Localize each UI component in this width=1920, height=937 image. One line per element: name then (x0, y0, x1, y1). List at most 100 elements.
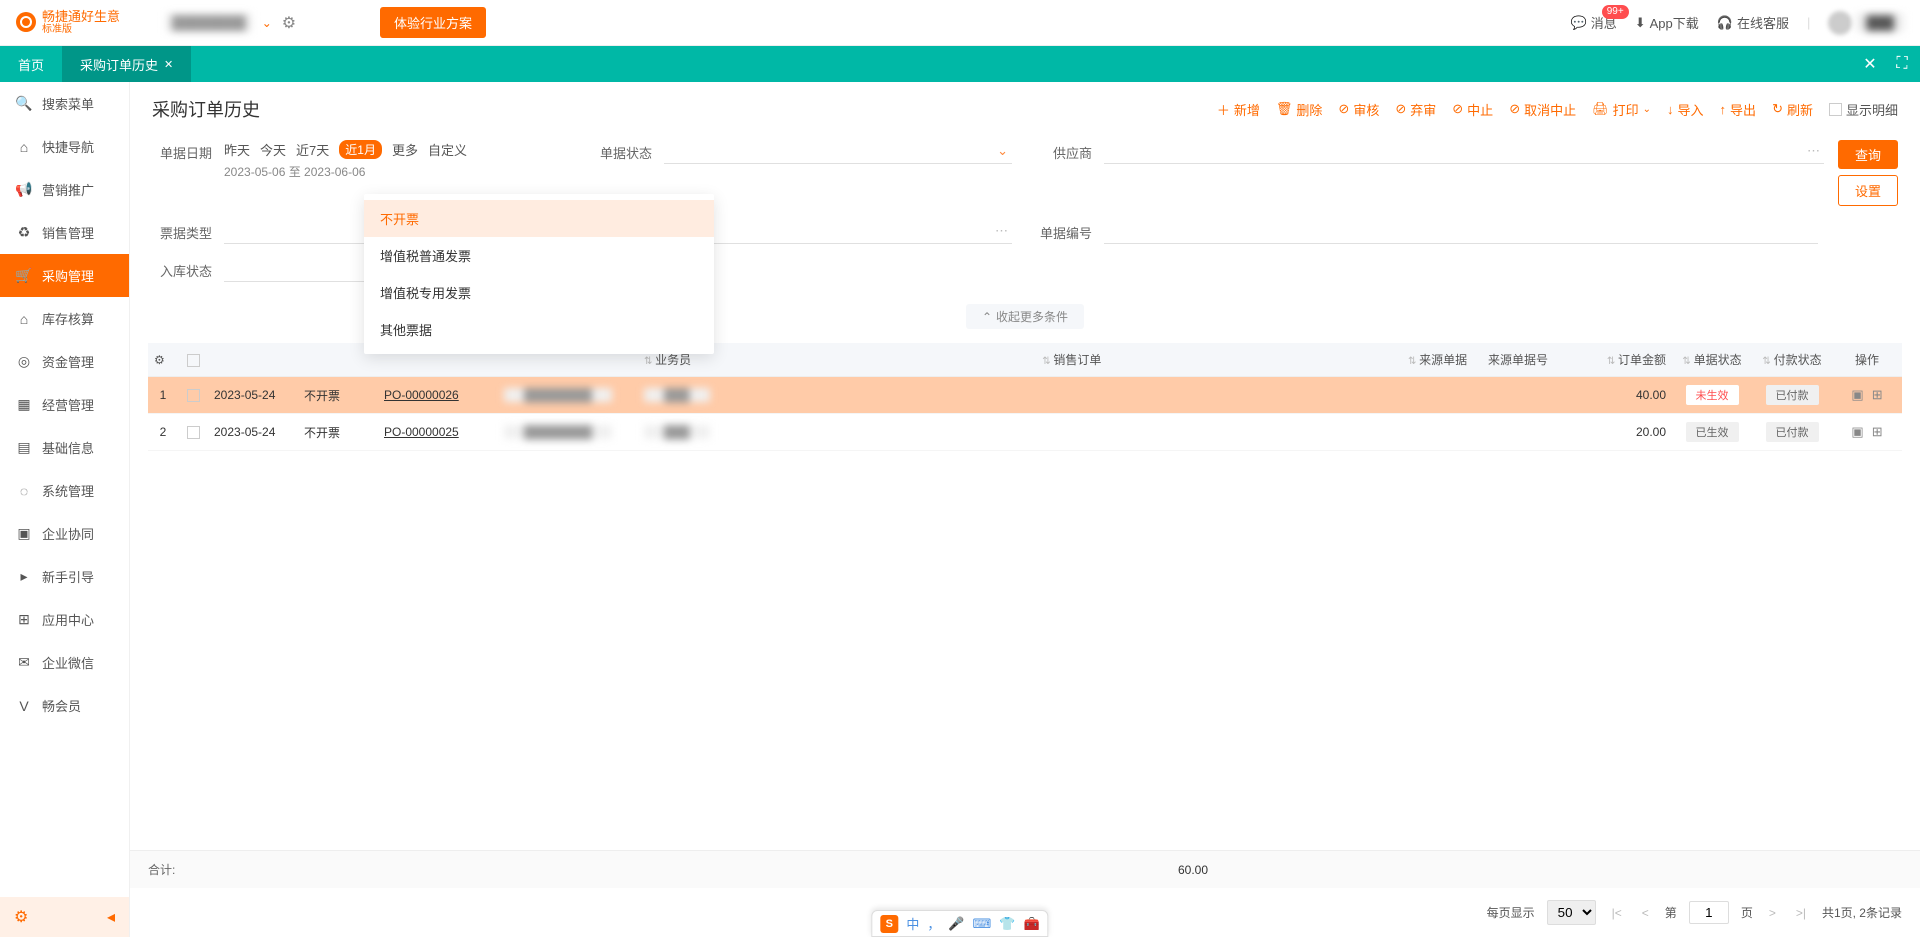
chevron-down-icon[interactable]: ⌄ (997, 143, 1008, 159)
ime-keyboard-icon[interactable]: ⌨ (973, 916, 992, 932)
ime-bar[interactable]: S 中 ， 🎤 ⌨ 👕 🧰 (871, 910, 1048, 937)
import-button[interactable]: ↓导入 (1667, 100, 1704, 119)
show-detail-toggle[interactable]: 显示明细 (1829, 100, 1898, 119)
date-preset-1month[interactable]: 近1月 (339, 140, 382, 159)
export-button[interactable]: ↑导出 (1720, 100, 1757, 119)
app-download-button[interactable]: ⬇ App下载 (1635, 13, 1699, 32)
sidebar-item-8[interactable]: ▤基础信息 (0, 426, 129, 469)
table-row[interactable]: 2 2023-05-24 不开票 PO-00000025 ████████ ██… (148, 414, 1902, 451)
last-page-button[interactable]: >| (1792, 906, 1810, 920)
sidebar-item-12[interactable]: ⊞应用中心 (0, 598, 129, 641)
per-page-select[interactable]: 50 (1547, 900, 1596, 925)
table-row[interactable]: 1 2023-05-24 不开票 PO-00000026 ████████ ██… (148, 377, 1902, 414)
more-icon[interactable]: ⊞ (1872, 387, 1883, 402)
sidebar-icon: ◎ (16, 354, 32, 370)
ime-punct-icon[interactable]: ， (927, 914, 940, 933)
company-selector[interactable]: ████████ ⌄ ⚙ (166, 13, 366, 33)
col-src-no[interactable]: 来源单据号 (1482, 343, 1582, 377)
ime-mic-icon[interactable]: 🎤 (948, 916, 964, 932)
sidebar-item-6[interactable]: ◎资金管理 (0, 340, 129, 383)
status-input[interactable] (664, 140, 1012, 164)
dropdown-option-other[interactable]: 其他票据 (364, 311, 714, 348)
data-table: ⚙ 业务员 销售订单 来源单据 来源单据号 订单金额 单据状态 (148, 343, 1902, 451)
chevron-down-icon: ⌄ (262, 16, 272, 30)
close-icon[interactable]: ✕ (164, 58, 173, 71)
prev-page-button[interactable]: < (1638, 906, 1653, 920)
col-status[interactable]: 单据状态 (1672, 343, 1752, 377)
sidebar-item-2[interactable]: 📢营销推广 (0, 168, 129, 211)
settings-icon[interactable]: ⚙ (14, 907, 28, 927)
refresh-icon: ↻ (1772, 101, 1783, 117)
col-src[interactable]: 来源单据 (1402, 343, 1482, 377)
page-input[interactable] (1689, 901, 1729, 924)
date-preset-custom[interactable]: 自定义 (428, 140, 467, 159)
ime-toolbox-icon[interactable]: 🧰 (1023, 916, 1039, 932)
row-checkbox[interactable] (178, 414, 208, 451)
row-checkbox[interactable] (178, 377, 208, 414)
tabstrip-expand-button[interactable]: ⛶ (1888, 50, 1916, 78)
sidebar-item-1[interactable]: ⌂快捷导航 (0, 125, 129, 168)
message-icon: 💬 (1571, 15, 1587, 31)
add-button[interactable]: ＋新增 (1217, 100, 1260, 119)
query-button[interactable]: 查询 (1838, 140, 1898, 169)
supplier-input[interactable] (1104, 140, 1824, 164)
sidebar-item-3[interactable]: ♻销售管理 (0, 211, 129, 254)
setup-button[interactable]: 设置 (1838, 175, 1898, 206)
user-menu[interactable]: ███ (1828, 11, 1904, 35)
collapse-filters-button[interactable]: ⌃ 收起更多条件 (966, 304, 1084, 329)
gear-icon[interactable]: ⚙ (282, 13, 296, 33)
dropdown-option-vat-normal[interactable]: 增值税普通发票 (364, 237, 714, 274)
order-no-input[interactable] (1104, 220, 1818, 244)
resume-icon: ⊘ (1509, 101, 1520, 117)
sidebar-item-9[interactable]: ◌系统管理 (0, 469, 129, 512)
messages-button[interactable]: 💬 消息 99+ (1571, 13, 1617, 32)
sidebar-item-14[interactable]: V畅会员 (0, 684, 129, 727)
cancel-stop-button[interactable]: ⊘取消中止 (1509, 100, 1576, 119)
ime-lang[interactable]: 中 (906, 914, 919, 933)
sidebar-item-5[interactable]: ⌂库存核算 (0, 297, 129, 340)
gear-icon[interactable]: ⚙ (148, 343, 178, 377)
ellipsis-icon[interactable]: ⋯ (995, 223, 1008, 239)
sidebar-item-label: 新手引导 (42, 567, 94, 586)
select-all-checkbox[interactable] (178, 343, 208, 377)
col-amount[interactable]: 订单金额 (1582, 343, 1672, 377)
sidebar-item-10[interactable]: ▣企业协同 (0, 512, 129, 555)
date-preset-today[interactable]: 今天 (260, 140, 286, 159)
delete-button[interactable]: 🗑删除 (1276, 100, 1323, 119)
more-icon[interactable]: ⊞ (1872, 424, 1883, 439)
date-preset-yesterday[interactable]: 昨天 (224, 140, 250, 159)
sidebar-item-7[interactable]: ▦经营管理 (0, 383, 129, 426)
sidebar-item-4[interactable]: 🛒采购管理 (0, 254, 129, 297)
view-icon[interactable]: ▣ (1851, 424, 1863, 439)
print-button[interactable]: 🖨打印 ⌄ (1592, 100, 1651, 119)
online-service-button[interactable]: 🎧 在线客服 (1717, 13, 1789, 32)
discard-button[interactable]: ⊘弃审 (1395, 100, 1436, 119)
date-preset-more[interactable]: 更多 (392, 140, 418, 159)
sogou-logo-icon: S (880, 915, 898, 933)
tab-purchase-order-history[interactable]: 采购订单历史 ✕ (62, 46, 191, 82)
sidebar-item-0[interactable]: 🔍搜索菜单 (0, 82, 129, 125)
audit-button[interactable]: ⊘审核 (1338, 100, 1379, 119)
dropdown-option-no-invoice[interactable]: 不开票 (364, 200, 714, 237)
view-icon[interactable]: ▣ (1851, 387, 1863, 402)
product-input[interactable] (664, 220, 1012, 244)
first-page-button[interactable]: |< (1608, 906, 1626, 920)
col-sales-order[interactable]: 销售订单 (1036, 343, 1402, 377)
col-pay-status[interactable]: 付款状态 (1752, 343, 1832, 377)
sidebar-item-13[interactable]: ✉企业微信 (0, 641, 129, 684)
refresh-button[interactable]: ↻刷新 (1772, 100, 1813, 119)
sidebar-item-label: 企业微信 (42, 653, 94, 672)
collapse-sidebar-icon[interactable]: ◂ (107, 907, 115, 927)
date-preset-7days[interactable]: 近7天 (296, 140, 329, 159)
ellipsis-icon[interactable]: ⋯ (1807, 143, 1820, 159)
tabstrip-close-button[interactable]: ✕ (1856, 50, 1884, 78)
sidebar-item-11[interactable]: ▸新手引导 (0, 555, 129, 598)
tab-home[interactable]: 首页 (0, 46, 62, 82)
dropdown-option-vat-special[interactable]: 增值税专用发票 (364, 274, 714, 311)
solution-button[interactable]: 体验行业方案 (380, 7, 486, 38)
next-page-button[interactable]: > (1765, 906, 1780, 920)
ime-skin-icon[interactable]: 👕 (999, 916, 1015, 932)
order-no-link[interactable]: PO-00000026 (384, 388, 459, 402)
stop-button[interactable]: ⊘中止 (1452, 100, 1493, 119)
order-no-link[interactable]: PO-00000025 (384, 425, 459, 439)
